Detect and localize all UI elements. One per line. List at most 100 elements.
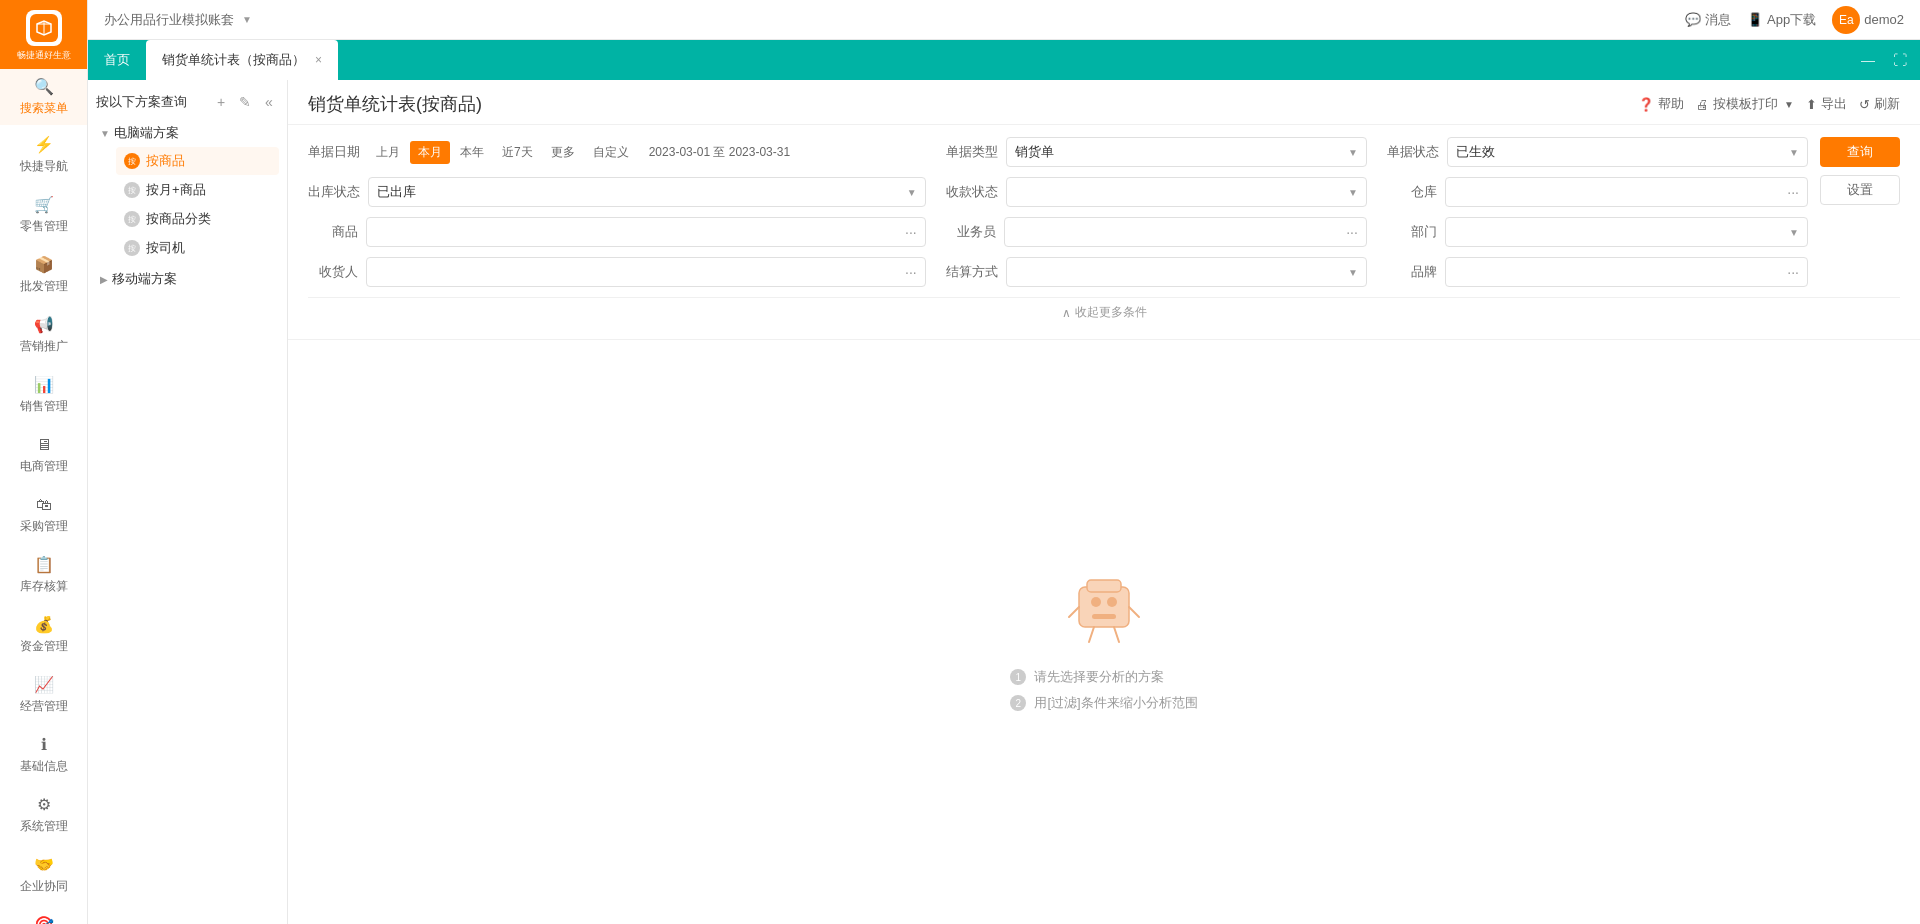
inventory-icon: 📋 <box>34 555 54 575</box>
help-btn[interactable]: ❓ 帮助 <box>1638 95 1684 113</box>
settings-button[interactable]: 设置 <box>1820 175 1900 205</box>
tree-child-bycategory[interactable]: 按 按商品分类 <box>116 205 279 233</box>
tree-arrow-mobile: ▶ <box>100 274 108 285</box>
payment-arrow[interactable]: ▼ <box>1348 267 1358 278</box>
sidebar-item-inventory[interactable]: 📋 库存核算 <box>0 545 87 605</box>
header-right: 💬 消息 📱 App下载 Ea demo2 <box>1685 6 1904 34</box>
workspace-dropdown-icon[interactable]: ▼ <box>242 14 252 25</box>
sales-icon: 📊 <box>34 375 54 395</box>
refresh-icon: ↺ <box>1859 97 1870 112</box>
brand-control[interactable]: ··· <box>1445 257 1808 287</box>
salesperson-dots[interactable]: ··· <box>1346 224 1358 240</box>
tree-label-mobile: 移动端方案 <box>112 270 177 288</box>
tab-minimize-btn[interactable]: — <box>1856 48 1880 72</box>
logo-icon <box>26 10 62 46</box>
tree-child-bygoods[interactable]: 按 按商品 <box>116 147 279 175</box>
message-btn[interactable]: 💬 消息 <box>1685 11 1731 29</box>
svg-rect-5 <box>1092 614 1116 619</box>
sidebar-item-operation[interactable]: 📈 经营管理 <box>0 665 87 725</box>
tab-active[interactable]: 销货单统计表（按商品） × <box>146 40 338 80</box>
sidebar-item-quicknav[interactable]: ⚡ 快捷导航 <box>0 125 87 185</box>
date-tab-thisyear[interactable]: 本年 <box>452 141 492 164</box>
date-tab-thismonth[interactable]: 本月 <box>410 141 450 164</box>
brand-label: 品牌 <box>1387 263 1437 281</box>
sidebar-item-ecommerce[interactable]: 🖥 电商管理 <box>0 425 87 485</box>
page-header: 销货单统计表(按商品) ❓ 帮助 🖨 按模板打印 ▼ ⬆ 导出 <box>288 80 1920 125</box>
payment-control[interactable]: ▼ <box>1006 257 1367 287</box>
salesperson-control[interactable]: ··· <box>1004 217 1367 247</box>
sidebar-item-marketing[interactable]: 📢 营销推广 <box>0 305 87 365</box>
sidebar-item-sales[interactable]: 📊 销售管理 <box>0 365 87 425</box>
docstatus-arrow[interactable]: ▼ <box>1789 147 1799 158</box>
sidebar-item-purchase[interactable]: 🛍 采购管理 <box>0 485 87 545</box>
tree-child-bymonthgoods[interactable]: 按 按月+商品 <box>116 176 279 204</box>
date-tab-lastmonth[interactable]: 上月 <box>368 141 408 164</box>
filter-item-brand: 品牌 ··· <box>1387 257 1808 287</box>
tab-home[interactable]: 首页 <box>88 40 146 80</box>
sidebar-item-search[interactable]: 🔍 搜索菜单 <box>0 69 87 125</box>
docstatus-control[interactable]: 已生效 ▼ <box>1447 137 1808 167</box>
sidebar-item-newguide[interactable]: 🎯 新手引导 <box>0 905 87 924</box>
print-dropdown-icon: ▼ <box>1784 99 1794 110</box>
refresh-btn[interactable]: ↺ 刷新 <box>1859 95 1900 113</box>
sidebar-item-cooperation[interactable]: 🤝 企业协同 <box>0 845 87 905</box>
filter-fields: 单据日期 上月 本月 本年 近7天 更多 自定义 <box>308 137 1808 297</box>
main-area: 办公用品行业模拟账套 ▼ 💬 消息 📱 App下载 Ea demo2 首页 <box>88 0 1920 924</box>
tree-child-bydriver[interactable]: 按 按司机 <box>116 234 279 262</box>
message-icon: 💬 <box>1685 12 1701 27</box>
receiptstatus-control[interactable]: ▼ <box>1006 177 1367 207</box>
print-btn[interactable]: 🖨 按模板打印 ▼ <box>1696 95 1794 113</box>
tab-maximize-btn[interactable]: ⛶ <box>1888 48 1912 72</box>
edit-scheme-btn[interactable]: ✎ <box>235 92 255 112</box>
svg-rect-2 <box>1087 580 1121 592</box>
tab-close-btn[interactable]: × <box>315 53 322 67</box>
collapse-bar[interactable]: ∧ 收起更多条件 <box>308 297 1900 327</box>
department-arrow[interactable]: ▼ <box>1789 227 1799 238</box>
sidebar-item-finance[interactable]: 💰 资金管理 <box>0 605 87 665</box>
date-tab-custom[interactable]: 自定义 <box>585 141 637 164</box>
receiptstatus-arrow[interactable]: ▼ <box>1348 187 1358 198</box>
filter-item-department: 部门 ▼ <box>1387 217 1808 247</box>
sidebar-item-basic[interactable]: ℹ 基础信息 <box>0 725 87 785</box>
receiver-dots[interactable]: ··· <box>905 264 917 280</box>
goods-dots[interactable]: ··· <box>905 224 917 240</box>
svg-point-4 <box>1107 597 1117 607</box>
print-icon: 🖨 <box>1696 97 1709 112</box>
logo-area[interactable]: 畅捷通好生意 <box>0 0 87 69</box>
export-btn[interactable]: ⬆ 导出 <box>1806 95 1847 113</box>
left-panel-title: 按以下方案查询 + ✎ « <box>96 92 279 112</box>
add-scheme-btn[interactable]: + <box>211 92 231 112</box>
sidebar-item-system[interactable]: ⚙ 系统管理 <box>0 785 87 845</box>
filter-row-3: 商品 ··· 业务员 <box>308 217 1808 247</box>
sidebar-item-retail[interactable]: 🛒 零售管理 <box>0 185 87 245</box>
date-tab-more[interactable]: 更多 <box>543 141 583 164</box>
tree-arrow-desktop: ▼ <box>100 128 110 139</box>
top-header: 办公用品行业模拟账套 ▼ 💬 消息 📱 App下载 Ea demo2 <box>88 0 1920 40</box>
warehouse-control[interactable]: ··· <box>1445 177 1808 207</box>
tree-parent-desktop[interactable]: ▼ 电脑端方案 <box>96 120 279 146</box>
tab-bar-right: — ⛶ <box>1856 48 1920 72</box>
user-info[interactable]: Ea demo2 <box>1832 6 1904 34</box>
tip-num-2: 2 <box>1010 695 1026 711</box>
tree-parent-mobile[interactable]: ▶ 移动端方案 <box>96 266 279 292</box>
cooperation-icon: 🤝 <box>34 855 54 875</box>
collapse-panel-btn[interactable]: « <box>259 92 279 112</box>
app-download-btn[interactable]: 📱 App下载 <box>1747 11 1816 29</box>
doctype-control[interactable]: 销货单 ▼ <box>1006 137 1367 167</box>
brand-dots[interactable]: ··· <box>1787 264 1799 280</box>
date-control[interactable]: 上月 本月 本年 近7天 更多 自定义 2023-03-01 至 2023-03… <box>368 137 926 167</box>
goods-control[interactable]: ··· <box>366 217 926 247</box>
doctype-arrow[interactable]: ▼ <box>1348 147 1358 158</box>
query-button[interactable]: 查询 <box>1820 137 1900 167</box>
sidebar-item-wholesale[interactable]: 📦 批发管理 <box>0 245 87 305</box>
receiver-control[interactable]: ··· <box>366 257 926 287</box>
outstatus-arrow[interactable]: ▼ <box>907 187 917 198</box>
avatar: Ea <box>1832 6 1860 34</box>
outstatus-control[interactable]: 已出库 ▼ <box>368 177 926 207</box>
collapse-icon: « <box>265 94 273 110</box>
date-tab-7days[interactable]: 近7天 <box>494 141 541 164</box>
warehouse-dots[interactable]: ··· <box>1787 184 1799 200</box>
department-control[interactable]: ▼ <box>1445 217 1808 247</box>
scheme-icon-bygoods: 按 <box>124 153 140 169</box>
filter-area: 单据日期 上月 本月 本年 近7天 更多 自定义 <box>288 125 1920 340</box>
